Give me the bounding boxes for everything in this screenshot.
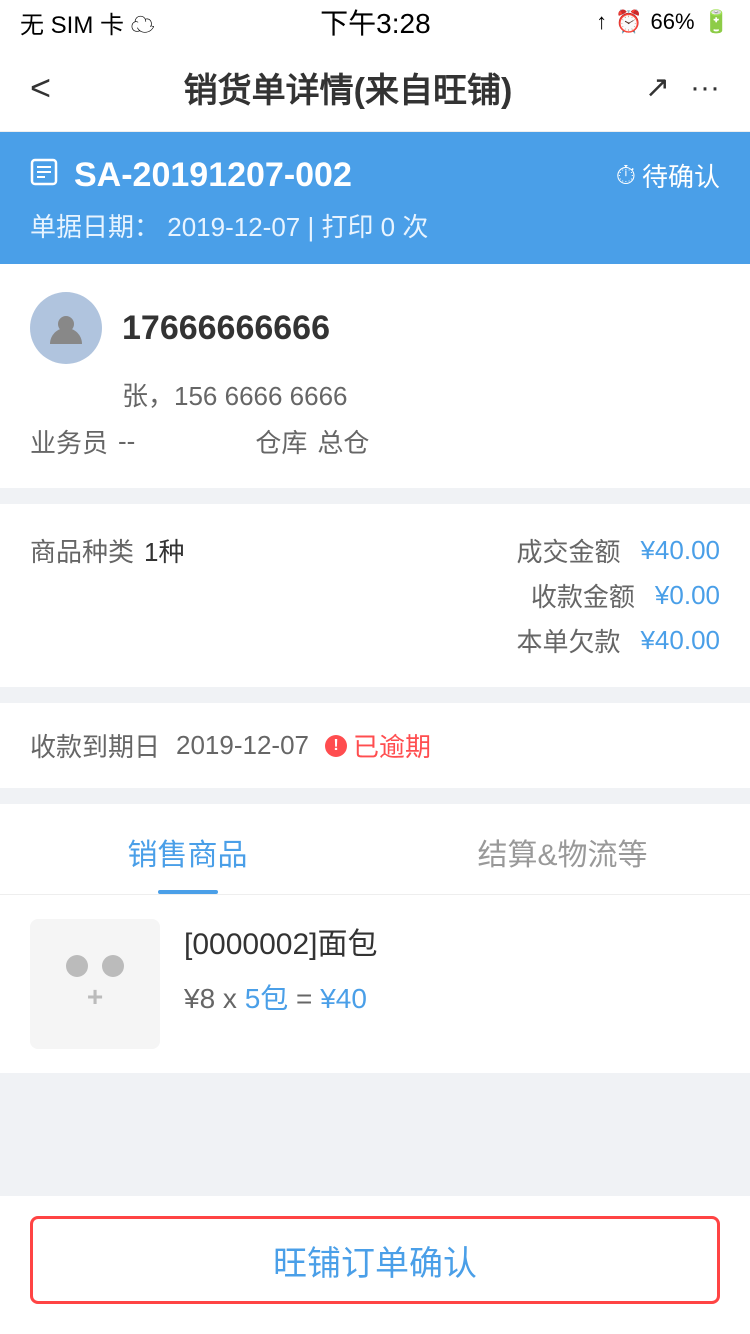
clock-icon: ⏱ [616,160,636,192]
payment-amount: ¥0.00 [655,580,720,611]
back-button[interactable]: < [30,67,51,109]
overdue-icon: ! [325,735,347,757]
summary-section: 商品种类 1种 成交金额 ¥40.00 收款金额 ¥0.00 本单欠款 ¥40.… [0,504,750,687]
status-bar: 无 SIM 卡 ☁ 下午3:28 ↑ ⏰ 66% 🔋 [0,0,750,44]
product-info: [0000002]面包 ¥8 x 5包 = ¥40 [184,919,720,1017]
status-left: 无 SIM 卡 ☁ [20,5,155,40]
status-right: ↑ ⏰ 66% 🔋 [596,9,730,35]
tabs-row: 销售商品 结算&物流等 [0,804,750,895]
product-name: [0000002]面包 [184,919,720,963]
nav-actions: ↗ ··· [645,70,720,105]
export-icon[interactable]: ↗ [645,70,670,105]
battery-icon: 🔋 [703,9,730,35]
warehouse-value: 总仓 [317,423,369,460]
order-date-value: 2019-12-07 [167,212,300,242]
product-thumbnail: + [30,919,160,1049]
due-date-section: 收款到期日 2019-12-07 ! 已逾期 [0,703,750,788]
tab-sales-products[interactable]: 销售商品 [0,804,375,894]
debt-amount: ¥40.00 [640,625,720,656]
confirm-button-container: 旺铺订单确认 [0,1196,750,1334]
owl-left-eye [66,955,88,977]
alarm-icon: ⏰ [615,9,642,35]
product-item: + [0000002]面包 ¥8 x 5包 = ¥40 [0,895,750,1073]
navigation-icon: ↑ [596,9,607,35]
category-value: 1种 [144,532,184,569]
salesperson-label: 业务员 [30,423,108,460]
page-title: 销货单详情(来自旺铺) [184,63,513,112]
equals-text: = [288,983,320,1014]
category-label: 商品种类 [30,532,134,569]
product-qty: 5包 [245,983,289,1014]
order-status-text: 待确认 [642,157,720,194]
order-id-text: SA-20191207-002 [74,156,352,195]
product-price: ¥8 x 5包 = ¥40 [184,977,720,1017]
tab-settlement-logistics[interactable]: 结算&物流等 [375,804,750,894]
customer-section: 17666666666 张，156 6666 6666 业务员 -- 仓库 总仓 [0,264,750,488]
status-time: 下午3:28 [320,2,431,42]
overdue-text: 已逾期 [353,727,431,764]
order-date: 单据日期： 2019-12-07 | 打印 0 次 [30,207,720,244]
customer-meta: 业务员 -- 仓库 总仓 [30,423,720,460]
product-total: ¥40 [320,983,367,1014]
confirm-order-button[interactable]: 旺铺订单确认 [30,1216,720,1304]
order-doc-icon [30,156,62,195]
tabs-section: 销售商品 结算&物流等 + [0000002]面包 ¥8 x 5包 = ¥40 [0,804,750,1073]
debt-label: 本单欠款 [516,622,620,659]
customer-name: 张，156 6666 6666 [30,376,720,413]
transaction-label: 成交金额 [516,532,620,569]
nav-bar: < 销货单详情(来自旺铺) ↗ ··· [0,44,750,132]
price-text: ¥8 x [184,983,245,1014]
order-header: SA-20191207-002 ⏱ 待确认 单据日期： 2019-12-07 |… [0,132,750,264]
warehouse-label: 仓库 [255,423,307,460]
order-status: ⏱ 待确认 [616,157,720,194]
order-id: SA-20191207-002 [30,156,352,195]
owl-right-eye [102,955,124,977]
no-sim-label: 无 SIM 卡 ☁ [20,5,155,40]
transaction-amount: ¥40.00 [640,535,720,566]
due-date-value: 2019-12-07 [176,730,309,761]
order-print-label: | 打印 0 次 [307,212,428,242]
owl-plus: + [87,981,103,1013]
order-date-label: 单据日期： [30,212,160,242]
overdue-badge: ! 已逾期 [325,727,431,764]
salesperson-value: -- [118,426,135,457]
payment-label: 收款金额 [531,577,635,614]
avatar [30,292,102,364]
due-date-label: 收款到期日 [30,727,160,764]
more-icon[interactable]: ··· [690,71,720,105]
customer-phone: 17666666666 [122,309,330,348]
battery-label: 66% [651,9,695,35]
